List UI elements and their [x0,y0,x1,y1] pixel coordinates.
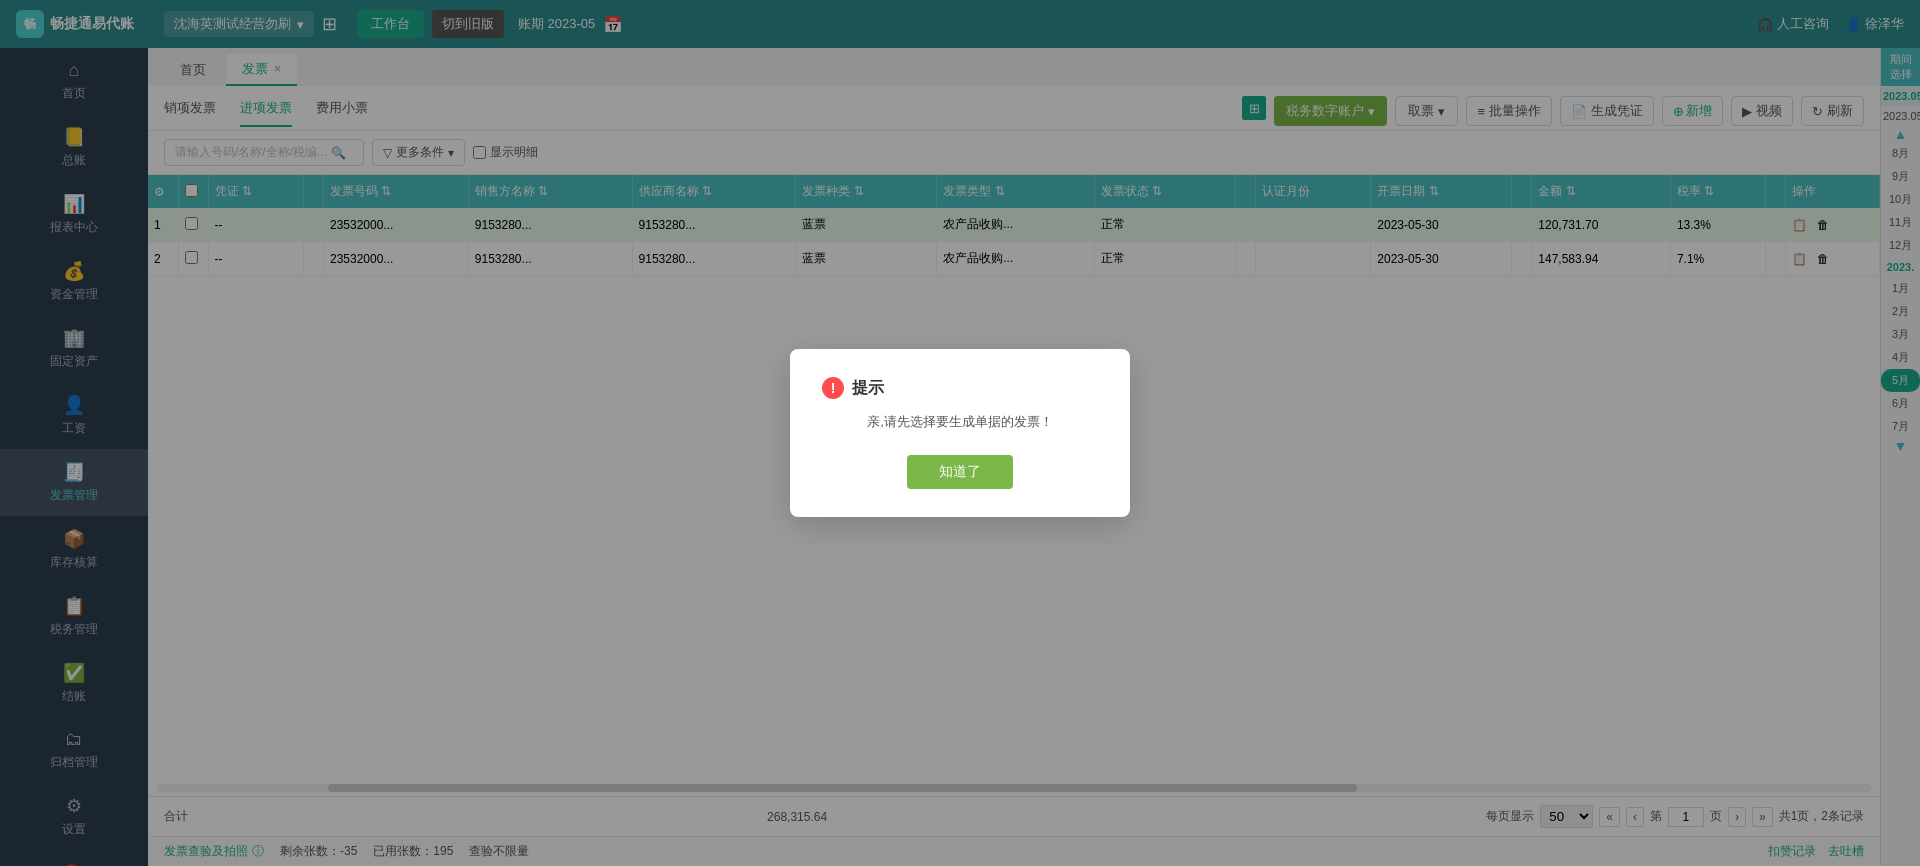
modal-message: 亲,请先选择要生成单据的发票！ [822,413,1098,431]
modal-box: ! 提示 亲,请先选择要生成单据的发票！ 知道了 [790,349,1130,517]
modal-title-row: ! 提示 [822,377,1098,399]
modal-warning-icon: ! [822,377,844,399]
modal-ok-button[interactable]: 知道了 [907,455,1013,489]
modal-overlay: ! 提示 亲,请先选择要生成单据的发票！ 知道了 [0,0,1920,866]
modal-title: 提示 [852,378,884,399]
